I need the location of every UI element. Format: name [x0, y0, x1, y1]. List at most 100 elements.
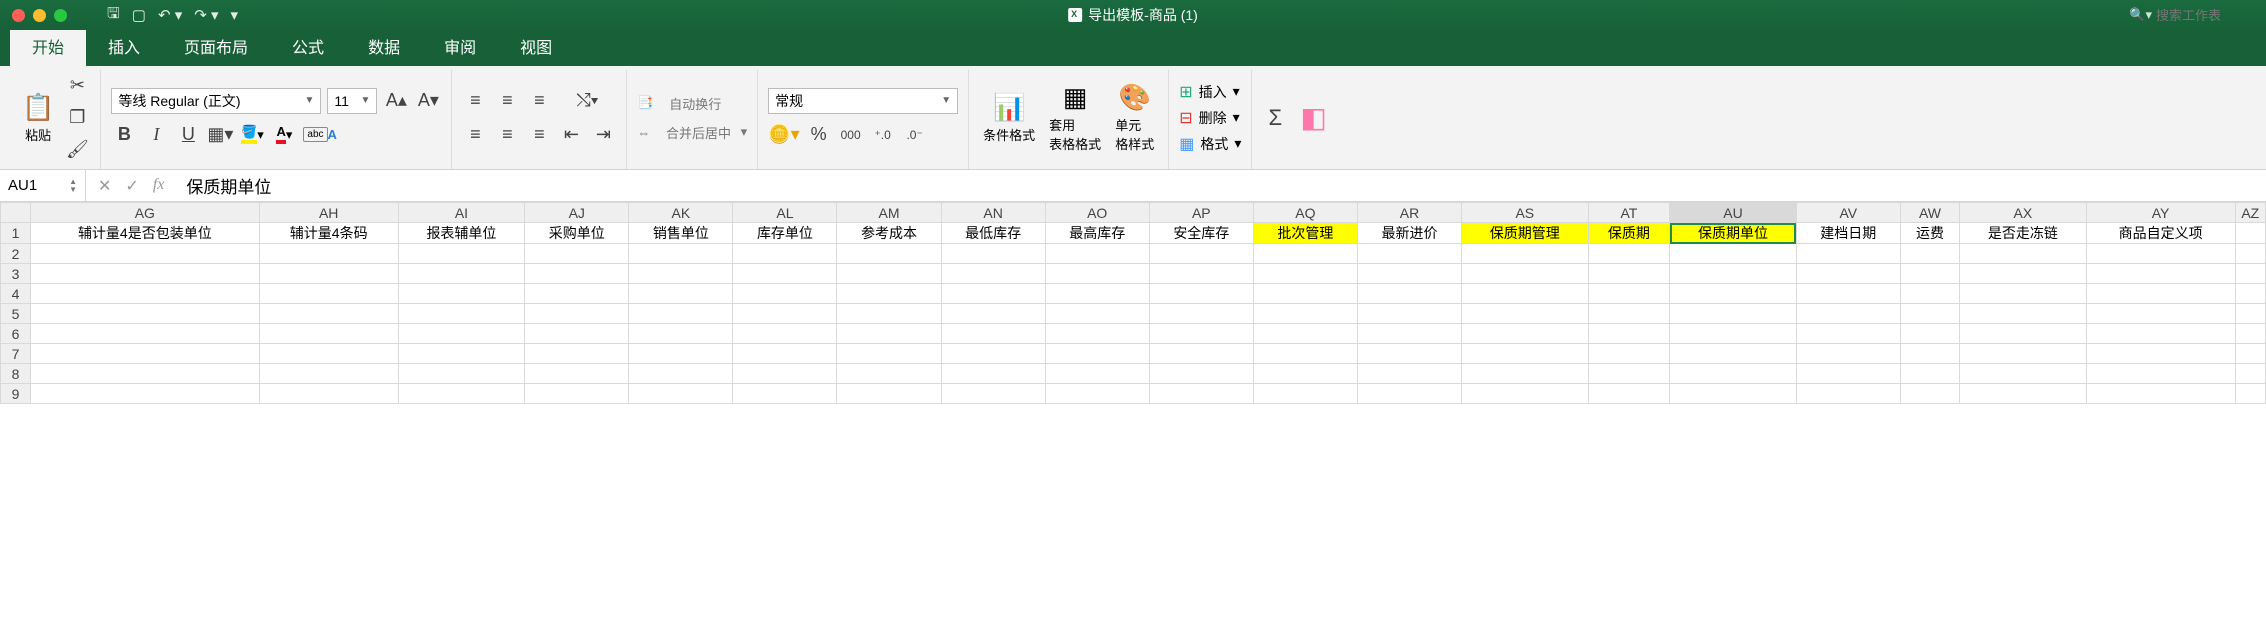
col-header-AV[interactable]: AV	[1796, 203, 1900, 223]
cell-AJ7[interactable]	[525, 344, 629, 364]
save-icon[interactable]: 🖫	[107, 3, 120, 28]
cell-AG8[interactable]	[31, 364, 260, 384]
cell-AH8[interactable]	[259, 364, 398, 384]
align-top-icon[interactable]: ≡	[462, 88, 488, 114]
cell-AG3[interactable]	[31, 264, 260, 284]
col-header-AI[interactable]: AI	[398, 203, 525, 223]
cell-AV7[interactable]	[1796, 344, 1900, 364]
cell-AY6[interactable]	[2086, 324, 2235, 344]
cell-AO3[interactable]	[1045, 264, 1149, 284]
cell-AP7[interactable]	[1149, 344, 1253, 364]
cell-AX7[interactable]	[1960, 344, 2087, 364]
cell-AZ9[interactable]	[2235, 384, 2265, 404]
cell-AR6[interactable]	[1357, 324, 1461, 344]
cell-AX4[interactable]	[1960, 284, 2087, 304]
cell-AU7[interactable]	[1670, 344, 1797, 364]
cell-AQ8[interactable]	[1253, 364, 1357, 384]
cell-AI4[interactable]	[398, 284, 525, 304]
col-header-AK[interactable]: AK	[629, 203, 733, 223]
delete-cells-button[interactable]: ⊟删除 ▾	[1179, 108, 1241, 128]
cell-AV1[interactable]: 建档日期	[1796, 223, 1900, 244]
cell-AZ7[interactable]	[2235, 344, 2265, 364]
autosum-icon[interactable]: Σ	[1262, 105, 1288, 131]
comma-icon[interactable]: 000	[838, 122, 864, 148]
cell-AG9[interactable]	[31, 384, 260, 404]
cell-AX2[interactable]	[1960, 244, 2087, 264]
cell-AU4[interactable]	[1670, 284, 1797, 304]
col-header-AH[interactable]: AH	[259, 203, 398, 223]
align-middle-icon[interactable]: ≡	[494, 88, 520, 114]
cell-AI6[interactable]	[398, 324, 525, 344]
cell-AN1[interactable]: 最低库存	[941, 223, 1045, 244]
increase-font-icon[interactable]: A▴	[383, 88, 409, 114]
cell-AI9[interactable]	[398, 384, 525, 404]
cell-AY1[interactable]: 商品自定义项	[2086, 223, 2235, 244]
cell-AO8[interactable]	[1045, 364, 1149, 384]
align-center-icon[interactable]: ≡	[494, 122, 520, 148]
increase-decimal-icon[interactable]: ⁺.0	[870, 122, 896, 148]
conditional-format-button[interactable]: 📊条件格式	[979, 90, 1039, 146]
cell-AT4[interactable]	[1588, 284, 1670, 304]
cell-AN9[interactable]	[941, 384, 1045, 404]
tab-公式[interactable]: 公式	[270, 26, 346, 66]
cell-AK3[interactable]	[629, 264, 733, 284]
zoom-icon[interactable]	[54, 9, 67, 22]
tab-插入[interactable]: 插入	[86, 26, 162, 66]
cell-AW5[interactable]	[1900, 304, 1959, 324]
cell-AM2[interactable]	[837, 244, 941, 264]
cell-AV3[interactable]	[1796, 264, 1900, 284]
cell-AY2[interactable]	[2086, 244, 2235, 264]
cell-AT1[interactable]: 保质期	[1588, 223, 1670, 244]
cell-AR9[interactable]	[1357, 384, 1461, 404]
cell-AO4[interactable]	[1045, 284, 1149, 304]
cell-AR8[interactable]	[1357, 364, 1461, 384]
cell-AJ5[interactable]	[525, 304, 629, 324]
cell-AO5[interactable]	[1045, 304, 1149, 324]
cell-AM9[interactable]	[837, 384, 941, 404]
cell-AJ6[interactable]	[525, 324, 629, 344]
col-header-AM[interactable]: AM	[837, 203, 941, 223]
cell-AG4[interactable]	[31, 284, 260, 304]
cancel-formula-icon[interactable]: ✕	[98, 176, 111, 196]
cell-AH6[interactable]	[259, 324, 398, 344]
cell-AL4[interactable]	[733, 284, 837, 304]
cell-AR5[interactable]	[1357, 304, 1461, 324]
cell-AN5[interactable]	[941, 304, 1045, 324]
col-header-AL[interactable]: AL	[733, 203, 837, 223]
cell-AM8[interactable]	[837, 364, 941, 384]
cell-AX3[interactable]	[1960, 264, 2087, 284]
stepper-icon[interactable]: ▲▼	[69, 178, 77, 194]
cell-AK4[interactable]	[629, 284, 733, 304]
cell-AV8[interactable]	[1796, 364, 1900, 384]
cell-AO7[interactable]	[1045, 344, 1149, 364]
cell-AZ8[interactable]	[2235, 364, 2265, 384]
font-color-button[interactable]: A▾	[271, 122, 297, 148]
cell-AW9[interactable]	[1900, 384, 1959, 404]
cell-AS2[interactable]	[1462, 244, 1589, 264]
cell-AZ4[interactable]	[2235, 284, 2265, 304]
cell-AJ8[interactable]	[525, 364, 629, 384]
cell-AI2[interactable]	[398, 244, 525, 264]
cell-AH1[interactable]: 辅计量4条码	[259, 223, 398, 244]
row-header-9[interactable]: 9	[1, 384, 31, 404]
tab-开始[interactable]: 开始	[10, 26, 86, 66]
italic-button[interactable]: I	[143, 122, 169, 148]
cell-AH5[interactable]	[259, 304, 398, 324]
row-header-2[interactable]: 2	[1, 244, 31, 264]
cell-AN4[interactable]	[941, 284, 1045, 304]
cell-AR2[interactable]	[1357, 244, 1461, 264]
tab-数据[interactable]: 数据	[346, 26, 422, 66]
cell-AS4[interactable]	[1462, 284, 1589, 304]
cell-AH4[interactable]	[259, 284, 398, 304]
cell-AW3[interactable]	[1900, 264, 1959, 284]
insert-cells-button[interactable]: ⊞插入 ▾	[1179, 82, 1241, 102]
search-input[interactable]	[2156, 8, 2256, 23]
col-header-AX[interactable]: AX	[1960, 203, 2087, 223]
cell-AS7[interactable]	[1462, 344, 1589, 364]
cell-AO2[interactable]	[1045, 244, 1149, 264]
col-header-AY[interactable]: AY	[2086, 203, 2235, 223]
cell-AH3[interactable]	[259, 264, 398, 284]
cell-AW8[interactable]	[1900, 364, 1959, 384]
cell-AT2[interactable]	[1588, 244, 1670, 264]
cell-AS3[interactable]	[1462, 264, 1589, 284]
